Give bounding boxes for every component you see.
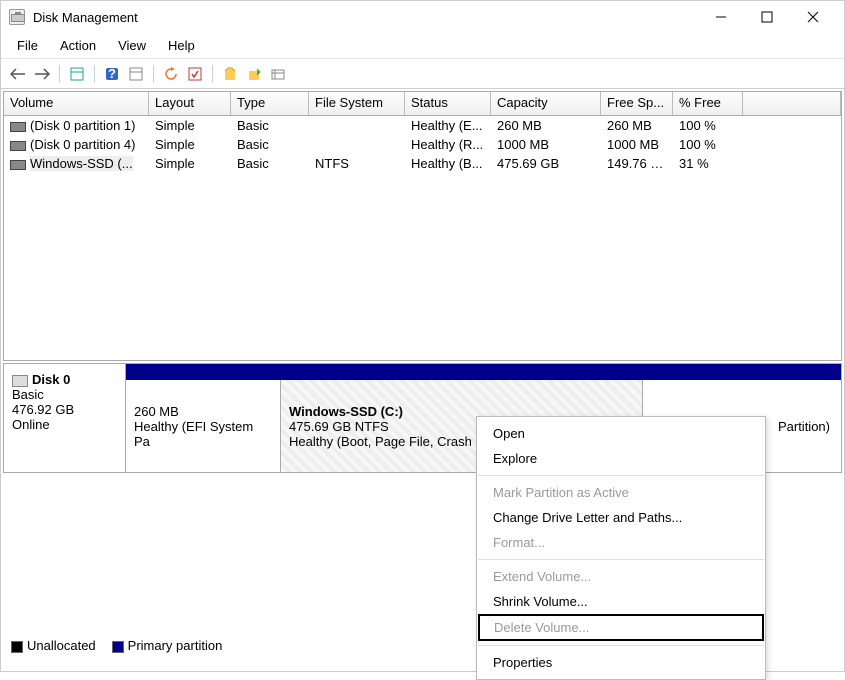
menu-item: Extend Volume... <box>477 564 765 589</box>
col-pct[interactable]: % Free <box>673 92 743 115</box>
disk-size: 476.92 GB <box>12 402 117 417</box>
volume-grid: Volume Layout Type File System Status Ca… <box>3 91 842 361</box>
col-free[interactable]: Free Sp... <box>601 92 673 115</box>
window-controls <box>698 1 836 33</box>
back-button[interactable] <box>9 65 27 83</box>
app-icon <box>9 9 25 25</box>
tb-icon-3[interactable] <box>127 65 145 83</box>
grid-header: Volume Layout Type File System Status Ca… <box>4 92 841 116</box>
legend-unallocated: Unallocated <box>11 638 96 653</box>
tb-icon-5[interactable] <box>186 65 204 83</box>
legend: Unallocated Primary partition <box>11 638 222 653</box>
tb-icon-6[interactable] <box>221 65 239 83</box>
volume-icon <box>10 141 26 151</box>
disk-name: Disk 0 <box>32 372 70 387</box>
col-extra[interactable] <box>743 92 841 115</box>
partition-status: Healthy (EFI System Pa <box>134 419 272 449</box>
disk-icon <box>12 375 28 387</box>
menu-item: Format... <box>477 530 765 555</box>
menu-action[interactable]: Action <box>50 35 106 56</box>
svg-text:?: ? <box>108 67 116 81</box>
minimize-button[interactable] <box>698 1 744 33</box>
grid-body: (Disk 0 partition 1)SimpleBasicHealthy (… <box>4 116 841 173</box>
disk-type: Basic <box>12 387 117 402</box>
partition-block[interactable]: 260 MBHealthy (EFI System Pa <box>126 380 281 472</box>
forward-button[interactable] <box>33 65 51 83</box>
menu-item: Delete Volume... <box>478 614 764 641</box>
disk-status: Online <box>12 417 117 432</box>
col-capacity[interactable]: Capacity <box>491 92 601 115</box>
legend-primary: Primary partition <box>112 638 223 653</box>
table-row[interactable]: (Disk 0 partition 1)SimpleBasicHealthy (… <box>4 116 841 135</box>
swatch-primary <box>112 641 124 653</box>
context-menu: OpenExplore Mark Partition as ActiveChang… <box>476 416 766 680</box>
volume-name: Windows-SSD (... <box>30 156 133 171</box>
menu-item: Mark Partition as Active <box>477 480 765 505</box>
menu-item[interactable]: Properties <box>477 650 765 675</box>
menu-item[interactable]: Shrink Volume... <box>477 589 765 614</box>
col-type[interactable]: Type <box>231 92 309 115</box>
close-button[interactable] <box>790 1 836 33</box>
menu-separator <box>478 559 764 560</box>
table-row[interactable]: (Disk 0 partition 4)SimpleBasicHealthy (… <box>4 135 841 154</box>
menu-separator <box>478 475 764 476</box>
menu-item[interactable]: Explore <box>477 446 765 471</box>
menu-file[interactable]: File <box>7 35 48 56</box>
tb-icon-1[interactable] <box>68 65 86 83</box>
menu-separator <box>478 645 764 646</box>
maximize-button[interactable] <box>744 1 790 33</box>
titlebar: Disk Management <box>1 1 844 33</box>
col-status[interactable]: Status <box>405 92 491 115</box>
menu-item[interactable]: Open <box>477 421 765 446</box>
help-icon[interactable]: ? <box>103 65 121 83</box>
swatch-unallocated <box>11 641 23 653</box>
disk-label-pane[interactable]: Disk 0 Basic 476.92 GB Online <box>4 364 126 472</box>
volume-icon <box>10 160 26 170</box>
tb-icon-7[interactable] <box>245 65 263 83</box>
col-fs[interactable]: File System <box>309 92 405 115</box>
toolbar: ? <box>1 59 844 89</box>
menubar: File Action View Help <box>1 33 844 59</box>
volume-name: (Disk 0 partition 4) <box>30 137 135 152</box>
partition-size: 260 MB <box>134 404 272 419</box>
col-layout[interactable]: Layout <box>149 92 231 115</box>
refresh-icon[interactable] <box>162 65 180 83</box>
menu-view[interactable]: View <box>108 35 156 56</box>
partition-colorbar <box>126 364 841 380</box>
col-volume[interactable]: Volume <box>4 92 149 115</box>
window-title: Disk Management <box>33 10 698 25</box>
menu-item[interactable]: Change Drive Letter and Paths... <box>477 505 765 530</box>
menu-help[interactable]: Help <box>158 35 205 56</box>
volume-icon <box>10 122 26 132</box>
volume-name: (Disk 0 partition 1) <box>30 118 135 133</box>
tb-icon-8[interactable] <box>269 65 287 83</box>
table-row[interactable]: Windows-SSD (...SimpleBasicNTFSHealthy (… <box>4 154 841 173</box>
